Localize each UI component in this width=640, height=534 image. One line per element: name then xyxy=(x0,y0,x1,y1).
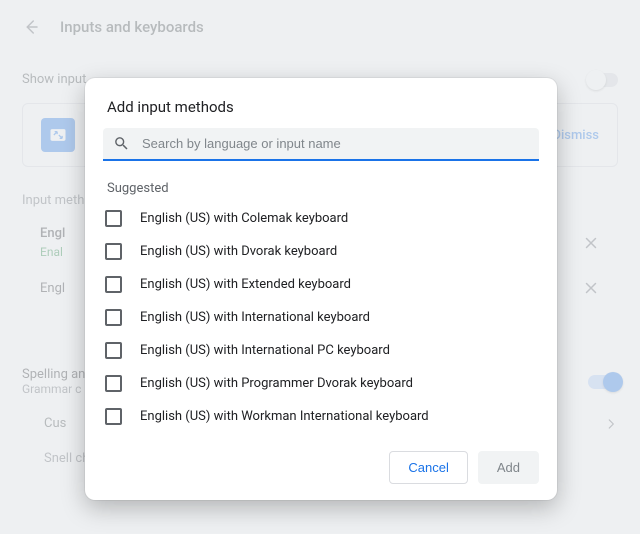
checkbox[interactable] xyxy=(105,375,122,392)
input-method-option[interactable]: English (US) with Extended keyboard xyxy=(103,268,539,301)
search-field-wrapper[interactable] xyxy=(103,128,539,161)
checkbox[interactable] xyxy=(105,210,122,227)
input-method-options-list: English (US) with Colemak keyboard Englis… xyxy=(85,202,557,439)
checkbox[interactable] xyxy=(105,243,122,260)
input-method-option-label: English (US) with Extended keyboard xyxy=(140,277,351,292)
input-method-option[interactable]: English (US) with Programmer Dvorak keyb… xyxy=(103,367,539,400)
input-method-option[interactable]: English (US) with International PC keybo… xyxy=(103,334,539,367)
add-input-methods-dialog: Add input methods Suggested English (US)… xyxy=(85,78,557,500)
cancel-button[interactable]: Cancel xyxy=(389,451,467,484)
input-method-option[interactable]: English (US) with Dvorak keyboard xyxy=(103,235,539,268)
input-method-option-label: English (US) with International PC keybo… xyxy=(140,343,390,358)
input-method-option[interactable]: English (US) with Colemak keyboard xyxy=(103,202,539,235)
search-icon xyxy=(113,135,130,152)
input-method-option-label: English (US) with Dvorak keyboard xyxy=(140,244,337,259)
input-method-option[interactable]: English (US) with International keyboard xyxy=(103,301,539,334)
input-method-option-label: English (US) with Colemak keyboard xyxy=(140,211,348,226)
checkbox[interactable] xyxy=(105,276,122,293)
checkbox[interactable] xyxy=(105,342,122,359)
dialog-title: Add input methods xyxy=(85,78,557,128)
suggested-label: Suggested xyxy=(85,171,557,202)
input-method-option-label: English (US) with International keyboard xyxy=(140,310,370,325)
search-input[interactable] xyxy=(142,136,529,151)
input-method-option-label: English (US) with Programmer Dvorak keyb… xyxy=(140,376,413,391)
add-button[interactable]: Add xyxy=(478,451,539,484)
checkbox[interactable] xyxy=(105,309,122,326)
input-method-option-label: English (US) with Workman International … xyxy=(140,409,429,424)
checkbox[interactable] xyxy=(105,408,122,425)
input-method-option[interactable]: English (US) with Workman International … xyxy=(103,400,539,433)
